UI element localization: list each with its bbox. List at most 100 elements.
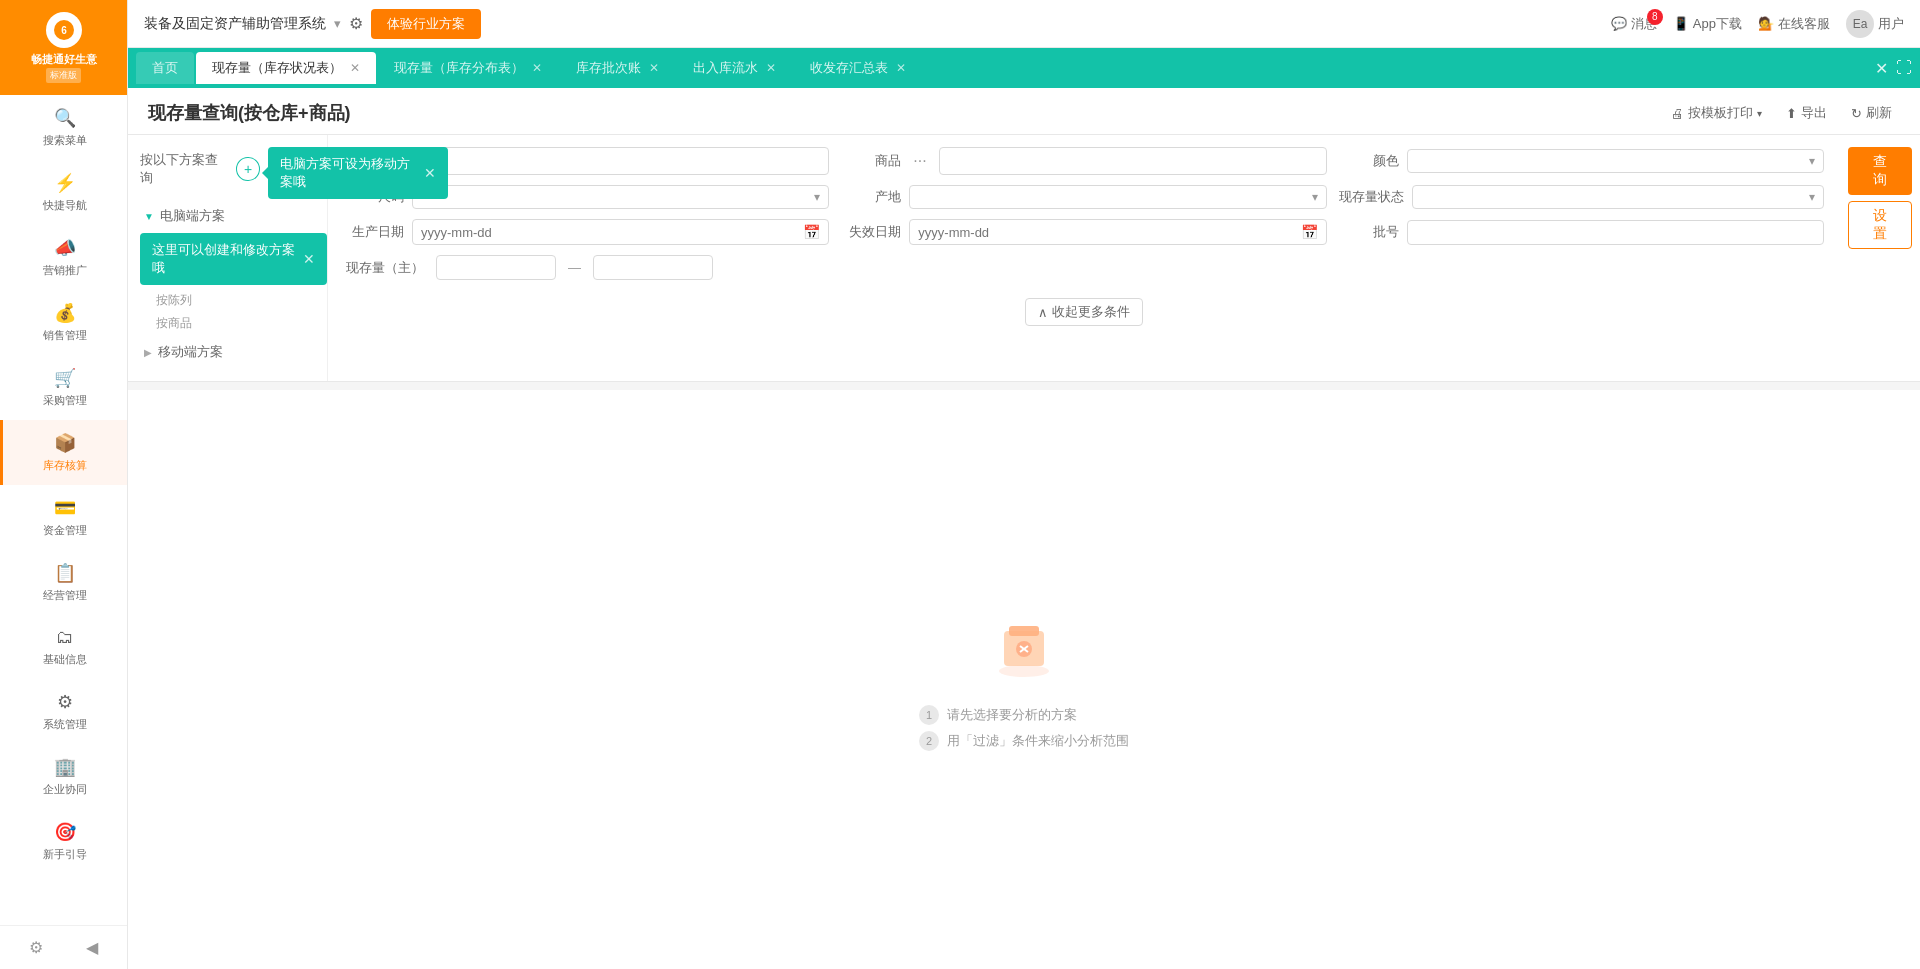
tooltip-create-scheme: 这里可以创建和修改方案哦 ✕ — [140, 233, 327, 285]
stock-status-select[interactable]: ▾ — [1412, 185, 1824, 209]
pc-scheme-label: 电脑端方案 — [160, 207, 225, 225]
expire-date-input[interactable] — [918, 225, 1296, 240]
sidebar-item-label: 库存核算 — [43, 458, 87, 473]
tooltip2-text: 这里可以创建和修改方案哦 — [152, 241, 295, 277]
sidebar-item-guide[interactable]: 🎯 新手引导 — [0, 809, 127, 874]
collapse-sidebar-btn[interactable]: ◀ — [86, 938, 98, 957]
origin-select-arrow: ▾ — [1312, 190, 1318, 204]
refresh-button[interactable]: ↻ 刷新 — [1843, 100, 1900, 126]
industry-solution-button[interactable]: 体验行业方案 — [371, 9, 481, 39]
pc-item-product[interactable]: 按商品 — [128, 312, 327, 335]
tab-inventory-dist-close[interactable]: ✕ — [532, 61, 542, 75]
tab-home[interactable]: 首页 — [136, 52, 194, 84]
collapse-button[interactable]: ∧ 收起更多条件 — [1025, 298, 1143, 326]
svg-point-2 — [999, 665, 1049, 677]
top-header: 装备及固定资产辅助管理系统 ▾ ⚙ 体验行业方案 💬 消息 8 📱 App下载 … — [128, 0, 1920, 48]
color-select[interactable]: ▾ — [1407, 149, 1824, 173]
hint-text-1: 请先选择要分析的方案 — [947, 702, 1077, 728]
color-field: 颜色 ▾ — [1339, 149, 1824, 173]
production-date-calendar-icon[interactable]: 📅 — [803, 224, 820, 240]
sidebar-item-search[interactable]: 🔍 搜索菜单 — [0, 95, 127, 160]
tab-receive-summary[interactable]: 收发存汇总表 ✕ — [794, 52, 922, 84]
search-button[interactable]: 查询 — [1848, 147, 1912, 195]
header-settings-icon[interactable]: ⚙ — [349, 14, 363, 33]
production-date-input-wrap[interactable]: 📅 — [412, 219, 829, 245]
tab-inventory-batch-close[interactable]: ✕ — [649, 61, 659, 75]
print-button[interactable]: 🖨 按模板打印 ▾ — [1663, 100, 1770, 126]
filter-scheme-panel: 按以下方案查询 + ✎ ← 电脑方案可设为移动方案哦 ✕ — [128, 135, 328, 381]
collapse-chevron-icon: ∧ — [1038, 305, 1048, 320]
pc-item-chenlie[interactable]: 按陈列 — [128, 289, 327, 312]
user-avatar: Ea — [1846, 10, 1874, 38]
product-field: 商品 ··· — [841, 147, 1326, 175]
user-label: 用户 — [1878, 15, 1904, 33]
tooltip-text: 电脑方案可设为移动方案哦 — [280, 155, 416, 191]
sidebar-item-operation[interactable]: 📋 经营管理 — [0, 550, 127, 615]
tooltip-close-btn[interactable]: ✕ — [424, 165, 436, 181]
purchase-icon: 🛒 — [54, 367, 76, 389]
expire-date-field: 失效日期 📅 — [841, 219, 1326, 245]
page-content: 现存量查询(按仓库+商品) 🖨 按模板打印 ▾ ⬆ 导出 ↻ 刷新 — [128, 88, 1920, 969]
online-service-item[interactable]: 💁 在线客服 — [1758, 15, 1830, 33]
stock-min-input[interactable] — [436, 255, 556, 280]
app-download-label: App下载 — [1693, 15, 1742, 33]
user-item[interactable]: Ea 用户 — [1846, 10, 1904, 38]
fullscreen-btn[interactable]: ⛶ — [1896, 59, 1912, 77]
sidebar-item-sales[interactable]: 💰 销售管理 — [0, 290, 127, 355]
page-actions: 🖨 按模板打印 ▾ ⬆ 导出 ↻ 刷新 — [1663, 100, 1900, 126]
size-select[interactable]: ▾ — [412, 185, 829, 209]
warehouse-input[interactable] — [441, 147, 829, 175]
phone-icon: 📱 — [1673, 16, 1689, 31]
app-download-item[interactable]: 📱 App下载 — [1673, 15, 1742, 33]
sidebar-item-enterprise[interactable]: 🏢 企业协同 — [0, 744, 127, 809]
collapse-label: 收起更多条件 — [1052, 303, 1130, 321]
pc-scheme-arrow: ▼ — [144, 211, 154, 222]
pc-scheme-group[interactable]: ▼ 电脑端方案 — [128, 203, 327, 229]
mobile-scheme-label: 移动端方案 — [158, 343, 223, 361]
logo-text: 畅捷通好生意 — [31, 52, 97, 66]
refresh-label: 刷新 — [1866, 104, 1892, 122]
product-dots[interactable]: ··· — [909, 152, 930, 170]
mobile-scheme-group[interactable]: ▶ 移动端方案 — [128, 339, 327, 365]
sidebar-item-finance[interactable]: 💳 资金管理 — [0, 485, 127, 550]
empty-state-icon — [984, 606, 1064, 686]
product-input[interactable] — [939, 147, 1327, 175]
export-button[interactable]: ⬆ 导出 — [1778, 100, 1835, 126]
production-date-field: 生产日期 📅 — [344, 219, 829, 245]
tab-receive-summary-close[interactable]: ✕ — [896, 61, 906, 75]
tab-inventory-status[interactable]: 现存量（库存状况表） ✕ — [196, 52, 376, 84]
notice-item[interactable]: 💬 消息 8 — [1611, 15, 1657, 33]
tab-inventory-batch-label: 库存批次账 — [576, 59, 641, 77]
tab-inventory-batch[interactable]: 库存批次账 ✕ — [560, 52, 675, 84]
stock-max-input[interactable] — [593, 255, 713, 280]
sidebar-item-system[interactable]: ⚙ 系统管理 — [0, 679, 127, 744]
origin-select[interactable]: ▾ — [909, 185, 1326, 209]
tab-inout-flow[interactable]: 出入库流水 ✕ — [677, 52, 792, 84]
add-scheme-btn[interactable]: + — [236, 157, 259, 181]
sidebar-item-marketing[interactable]: 📣 营销推广 — [0, 225, 127, 290]
system-dropdown-icon[interactable]: ▾ — [334, 16, 341, 31]
tab-inout-flow-close[interactable]: ✕ — [766, 61, 776, 75]
expire-date-input-wrap[interactable]: 📅 — [909, 219, 1326, 245]
sidebar-item-baseinfo[interactable]: 🗂 基础信息 — [0, 615, 127, 679]
batch-input[interactable] — [1407, 220, 1824, 245]
print-icon: 🖨 — [1671, 106, 1684, 121]
close-all-tabs-btn[interactable]: ✕ — [1875, 59, 1888, 78]
sidebar-menu: 🔍 搜索菜单 ⚡ 快捷导航 📣 营销推广 💰 销售管理 🛒 采购管理 📦 库存核… — [0, 95, 127, 925]
sidebar-item-label: 采购管理 — [43, 393, 87, 408]
mobile-scheme-arrow: ▶ — [144, 347, 152, 358]
tab-inventory-status-close[interactable]: ✕ — [350, 61, 360, 75]
production-date-input[interactable] — [421, 225, 799, 240]
sidebar-item-purchase[interactable]: 🛒 采购管理 — [0, 355, 127, 420]
tab-home-label: 首页 — [152, 59, 178, 77]
system-icon: ⚙ — [57, 691, 73, 713]
tooltip2-close-btn[interactable]: ✕ — [303, 251, 315, 267]
settings-footer-btn[interactable]: ⚙ — [29, 938, 43, 957]
tab-inventory-dist[interactable]: 现存量（库存分布表） ✕ — [378, 52, 558, 84]
sidebar-logo: 6 畅捷通好生意 标准版 — [0, 0, 127, 95]
sidebar-item-inventory[interactable]: 📦 库存核算 — [0, 420, 127, 485]
expire-date-calendar-icon[interactable]: 📅 — [1301, 224, 1318, 240]
export-icon: ⬆ — [1786, 106, 1797, 121]
sidebar-item-quicknav[interactable]: ⚡ 快捷导航 — [0, 160, 127, 225]
reset-button[interactable]: 设置 — [1848, 201, 1912, 249]
